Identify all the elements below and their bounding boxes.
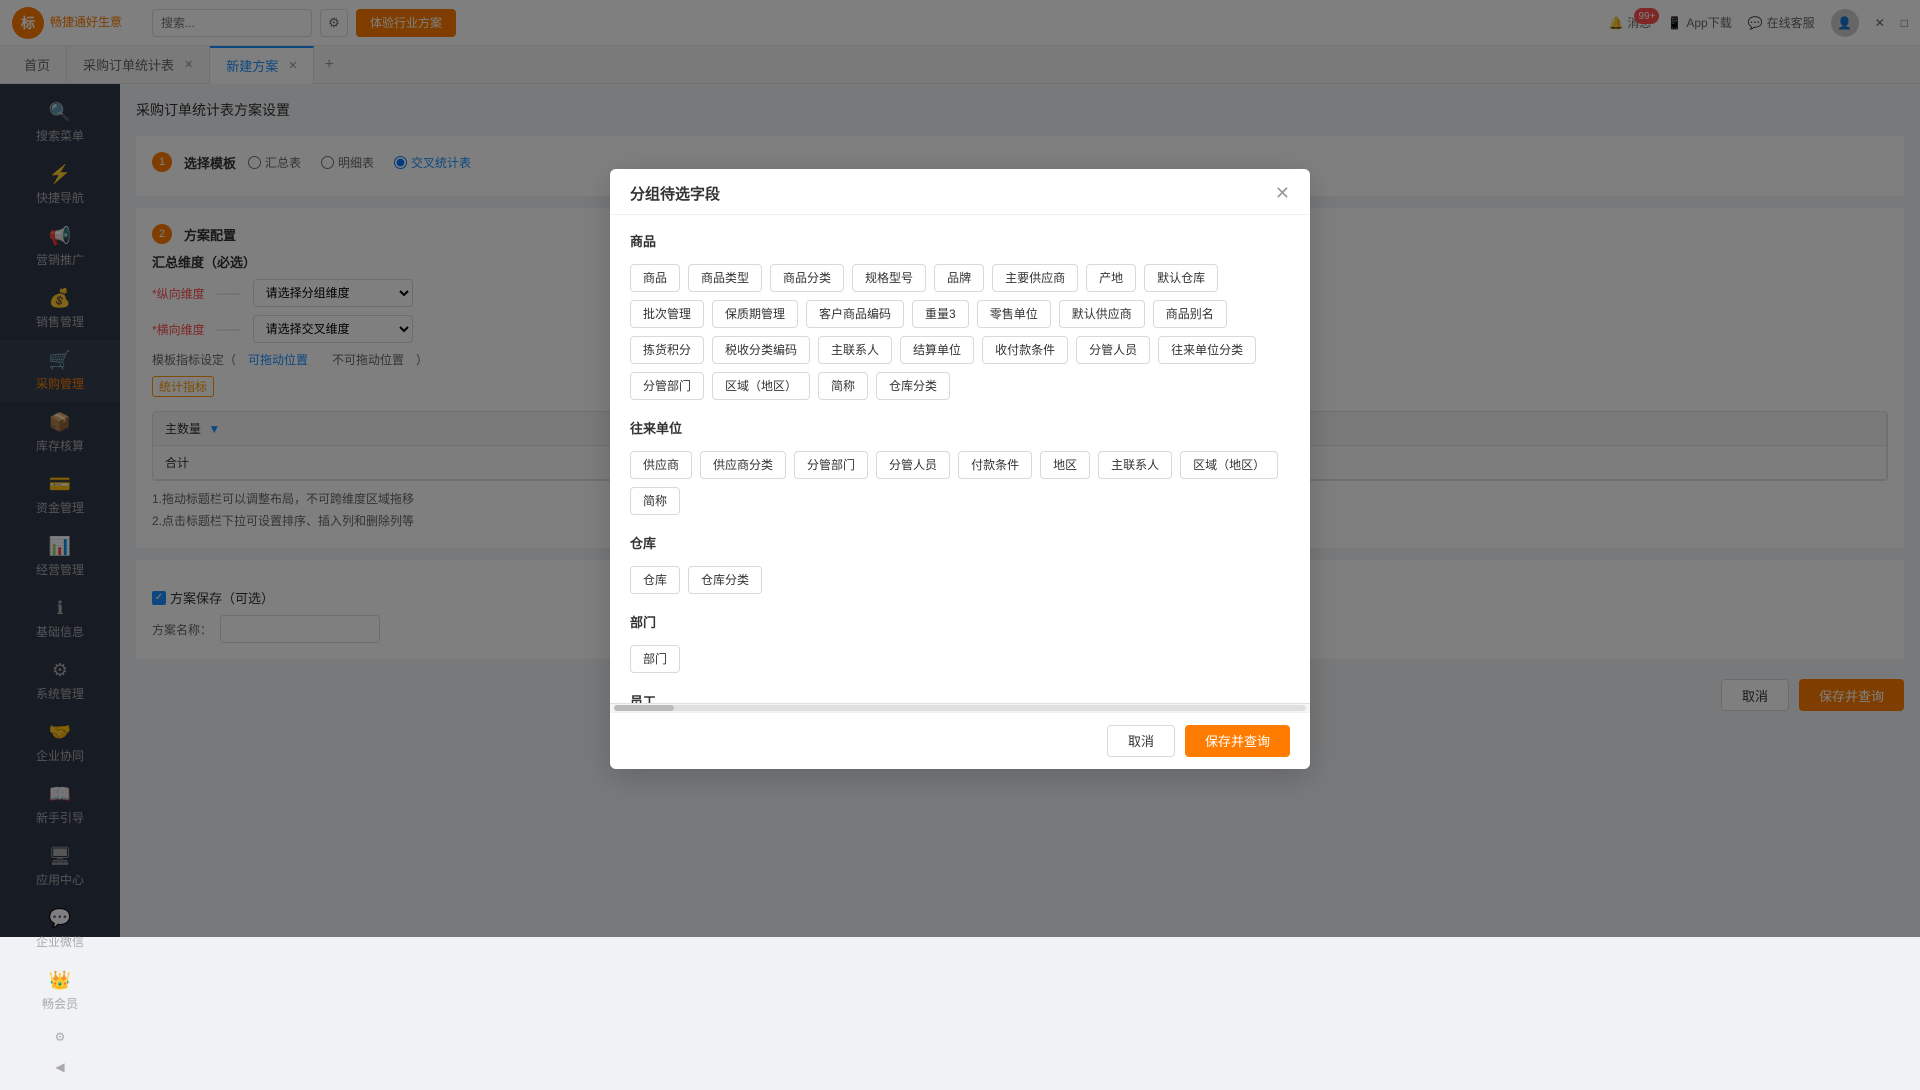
field-tag-supplier[interactable]: 供应商 bbox=[630, 451, 692, 479]
field-tag-retail-unit[interactable]: 零售单位 bbox=[977, 300, 1051, 328]
field-tag-region[interactable]: 区域（地区） bbox=[712, 372, 810, 400]
modal-confirm-button[interactable]: 保存并查询 bbox=[1185, 725, 1290, 757]
modal-title: 分组待选字段 bbox=[630, 183, 720, 204]
modal-horizontal-scrollbar[interactable] bbox=[610, 703, 1310, 712]
modal-overlay: 分组待选字段 ✕ 商品 商品 商品类型 商品分类 规格型号 品牌 主要供应商 产… bbox=[0, 0, 1920, 937]
member-icon: 👑 bbox=[49, 970, 71, 991]
modal-close-button[interactable]: ✕ bbox=[1275, 184, 1290, 202]
field-tag-batch[interactable]: 批次管理 bbox=[630, 300, 704, 328]
modal-body: 商品 商品 商品类型 商品分类 规格型号 品牌 主要供应商 产地 默认仓库 批次… bbox=[610, 215, 1310, 703]
field-tag-goods-type[interactable]: 商品类型 bbox=[688, 264, 762, 292]
field-group-partner: 往来单位 供应商 供应商分类 分管部门 分管人员 付款条件 地区 主联系人 区域… bbox=[630, 418, 1290, 515]
field-tag-settle-unit[interactable]: 结算单位 bbox=[900, 336, 974, 364]
field-tag-dept[interactable]: 分管部门 bbox=[630, 372, 704, 400]
modal-footer: 取消 保存并查询 bbox=[610, 712, 1310, 769]
field-group-partner-title: 往来单位 bbox=[630, 418, 1290, 441]
sidebar-bottom: ⚙ ◀ bbox=[0, 1022, 120, 1090]
field-tag-default-supplier[interactable]: 默认供应商 bbox=[1059, 300, 1145, 328]
field-tag-main-contact[interactable]: 主联系人 bbox=[818, 336, 892, 364]
field-group-department-title: 部门 bbox=[630, 612, 1290, 635]
field-tag-warehouse-type[interactable]: 仓库分类 bbox=[688, 566, 762, 594]
field-tag-short-name[interactable]: 简称 bbox=[818, 372, 868, 400]
field-tag-pay-terms[interactable]: 付款条件 bbox=[958, 451, 1032, 479]
field-tag-supplier-cat[interactable]: 供应商分类 bbox=[700, 451, 786, 479]
collapse-icon: ◀ bbox=[55, 1060, 64, 1074]
field-tag-goods[interactable]: 商品 bbox=[630, 264, 680, 292]
field-tag-district[interactable]: 地区 bbox=[1040, 451, 1090, 479]
field-group-warehouse: 仓库 仓库 仓库分类 bbox=[630, 533, 1290, 594]
field-group-department: 部门 部门 bbox=[630, 612, 1290, 673]
field-group-goods: 商品 商品 商品类型 商品分类 规格型号 品牌 主要供应商 产地 默认仓库 批次… bbox=[630, 231, 1290, 400]
field-tag-partner-cat[interactable]: 往来单位分类 bbox=[1158, 336, 1256, 364]
field-tags-department: 部门 bbox=[630, 645, 1290, 673]
field-tag-goods-cat[interactable]: 商品分类 bbox=[770, 264, 844, 292]
sidebar-item-member[interactable]: 👑 畅会员 bbox=[0, 960, 120, 1022]
field-group-employee: 员工 业务员 bbox=[630, 691, 1290, 703]
field-tag-manage-dept[interactable]: 分管部门 bbox=[794, 451, 868, 479]
field-tag-default-warehouse[interactable]: 默认仓库 bbox=[1144, 264, 1218, 292]
field-tag-warehouse[interactable]: 仓库 bbox=[630, 566, 680, 594]
sidebar-collapse-button[interactable]: ◀ bbox=[0, 1052, 120, 1082]
field-select-modal: 分组待选字段 ✕ 商品 商品 商品类型 商品分类 规格型号 品牌 主要供应商 产… bbox=[610, 169, 1310, 769]
field-tag-manager[interactable]: 分管人员 bbox=[1076, 336, 1150, 364]
field-tag-alias[interactable]: 商品别名 bbox=[1153, 300, 1227, 328]
modal-header: 分组待选字段 ✕ bbox=[610, 169, 1310, 215]
field-tag-main-contact2[interactable]: 主联系人 bbox=[1098, 451, 1172, 479]
field-tag-department[interactable]: 部门 bbox=[630, 645, 680, 673]
field-tag-origin[interactable]: 产地 bbox=[1086, 264, 1136, 292]
modal-cancel-button[interactable]: 取消 bbox=[1107, 725, 1175, 757]
field-tag-brand[interactable]: 品牌 bbox=[934, 264, 984, 292]
field-tag-customer-code[interactable]: 客户商品编码 bbox=[806, 300, 904, 328]
field-tag-spec[interactable]: 规格型号 bbox=[852, 264, 926, 292]
field-tag-short-name2[interactable]: 简称 bbox=[630, 487, 680, 515]
field-group-employee-title: 员工 bbox=[630, 691, 1290, 703]
field-tag-region2[interactable]: 区域（地区） bbox=[1180, 451, 1278, 479]
field-tag-payment-terms[interactable]: 收付款条件 bbox=[982, 336, 1068, 364]
field-tag-main-supplier[interactable]: 主要供应商 bbox=[992, 264, 1078, 292]
field-tag-pick-score[interactable]: 拣货积分 bbox=[630, 336, 704, 364]
field-tag-warehouse-cat[interactable]: 仓库分类 bbox=[876, 372, 950, 400]
sidebar-settings-button[interactable]: ⚙ bbox=[0, 1022, 120, 1052]
field-group-warehouse-title: 仓库 bbox=[630, 533, 1290, 556]
settings-icon: ⚙ bbox=[55, 1030, 66, 1044]
hscroll-thumb[interactable] bbox=[614, 705, 674, 711]
field-tag-tax-code[interactable]: 税收分类编码 bbox=[712, 336, 810, 364]
field-group-goods-title: 商品 bbox=[630, 231, 1290, 254]
field-tag-manage-person[interactable]: 分管人员 bbox=[876, 451, 950, 479]
field-tags-warehouse: 仓库 仓库分类 bbox=[630, 566, 1290, 594]
field-tag-shelf-life[interactable]: 保质期管理 bbox=[712, 300, 798, 328]
hscroll-track bbox=[614, 705, 1306, 711]
field-tags-goods: 商品 商品类型 商品分类 规格型号 品牌 主要供应商 产地 默认仓库 批次管理 … bbox=[630, 264, 1290, 400]
field-tag-weight[interactable]: 重量3 bbox=[912, 300, 969, 328]
field-tags-partner: 供应商 供应商分类 分管部门 分管人员 付款条件 地区 主联系人 区域（地区） … bbox=[630, 451, 1290, 515]
